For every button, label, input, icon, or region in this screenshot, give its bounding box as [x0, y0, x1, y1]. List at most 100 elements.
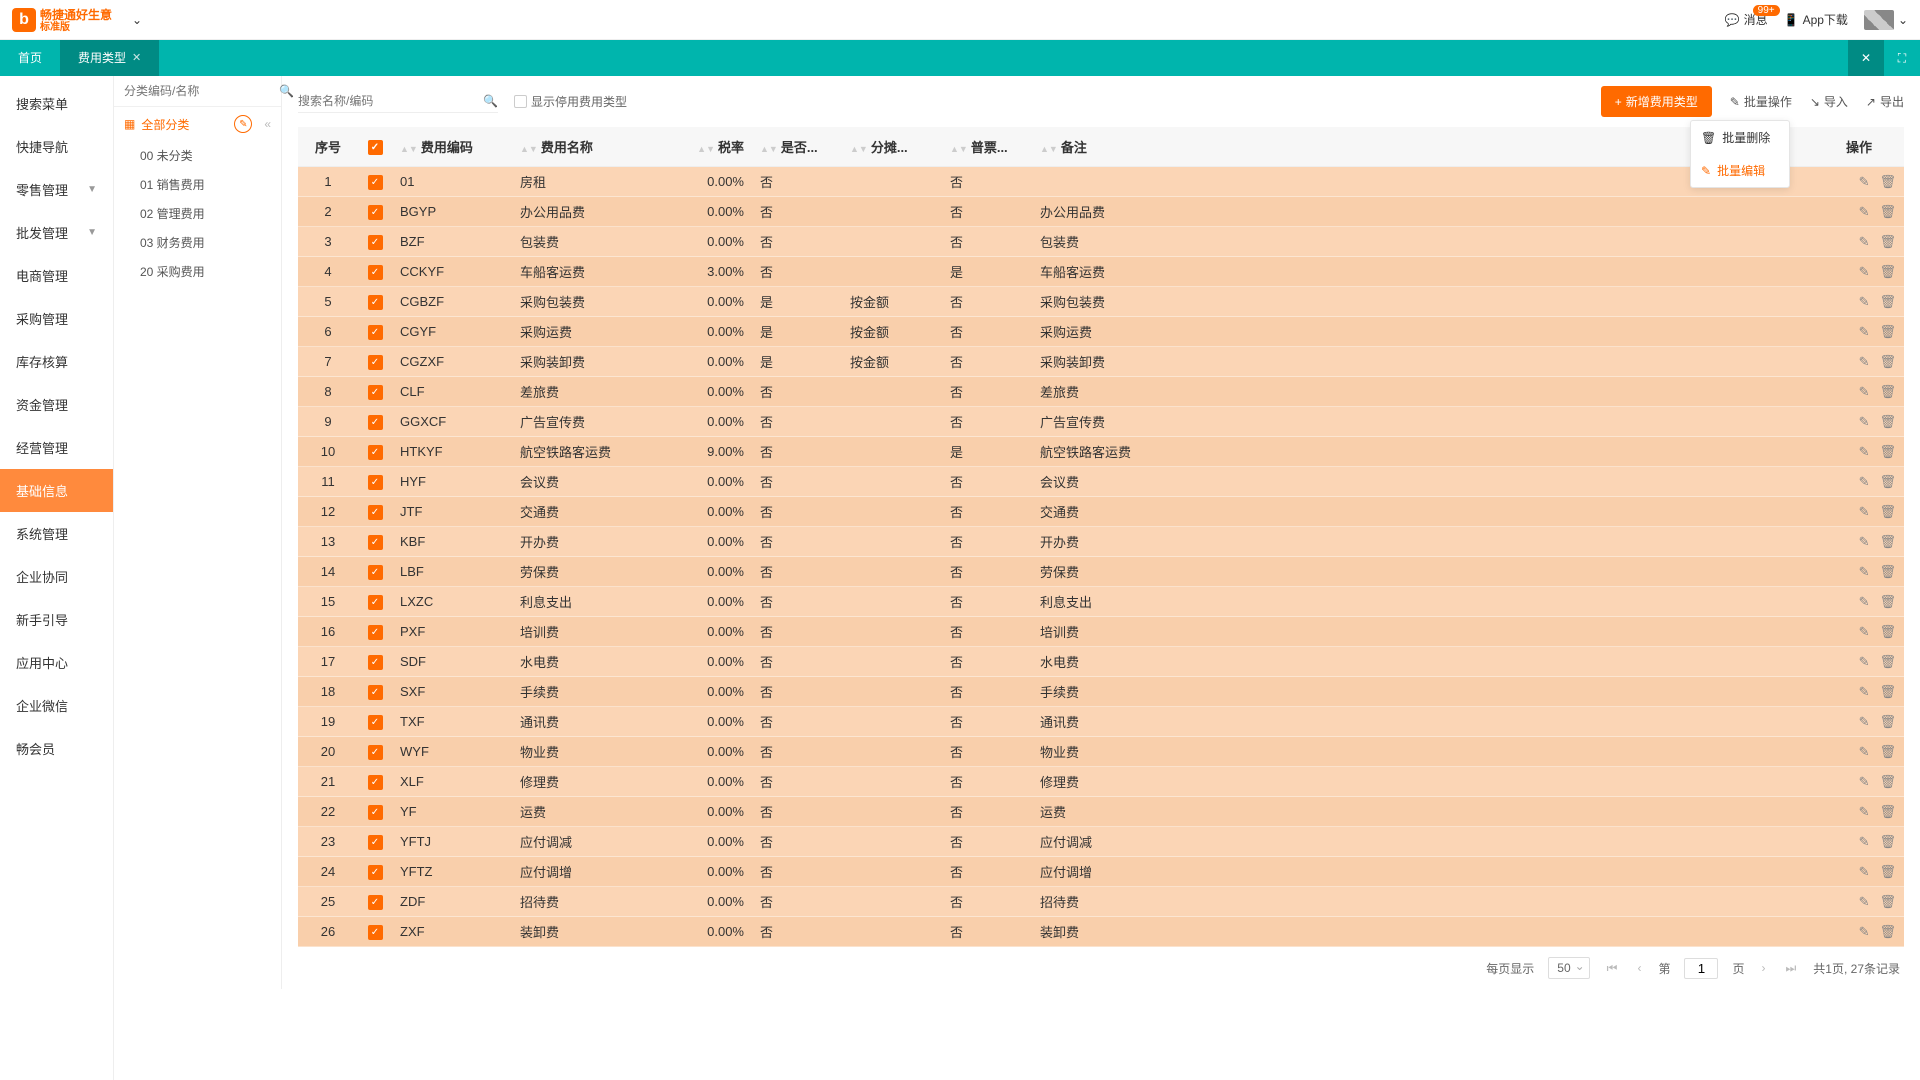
edit-icon[interactable]: ✎ — [1859, 654, 1870, 670]
user-menu[interactable]: ⌄ — [1864, 10, 1908, 30]
col-code[interactable]: ▲▼费用编码 — [392, 127, 512, 167]
trash-icon[interactable]: 🗑 — [1879, 324, 1896, 340]
col-rate[interactable]: ▲▼税率 — [672, 127, 752, 167]
edit-icon[interactable]: ✎ — [1859, 894, 1870, 910]
edit-icon[interactable]: ✎ — [1859, 624, 1870, 640]
tab-close-all-button[interactable]: ✕ — [1848, 40, 1884, 76]
trash-icon[interactable]: 🗑 — [1879, 834, 1896, 850]
trash-icon[interactable]: 🗑 — [1879, 204, 1896, 220]
cell-select[interactable]: ✓ — [358, 647, 392, 677]
table-row[interactable]: 6 ✓ CGYF 采购运费 0.00% 是 按金额 否 采购运费 ✎🗑 — [298, 317, 1904, 347]
cell-select[interactable]: ✓ — [358, 347, 392, 377]
edit-icon[interactable]: ✎ — [1859, 924, 1870, 940]
collapse-icon[interactable]: « — [264, 117, 271, 131]
table-row[interactable]: 9 ✓ GGXCF 广告宣传费 0.00% 否 否 广告宣传费 ✎🗑 — [298, 407, 1904, 437]
sidebar-item[interactable]: 基础信息 — [0, 469, 113, 512]
trash-icon[interactable]: 🗑 — [1879, 534, 1896, 550]
cell-select[interactable]: ✓ — [358, 377, 392, 407]
table-row[interactable]: 1 ✓ 01 房租 0.00% 否 否 ✎🗑 — [298, 167, 1904, 197]
table-row[interactable]: 5 ✓ CGBZF 采购包装费 0.00% 是 按金额 否 采购包装费 ✎🗑 — [298, 287, 1904, 317]
col-ticket[interactable]: ▲▼普票... — [942, 127, 1032, 167]
trash-icon[interactable]: 🗑 — [1879, 684, 1896, 700]
trash-icon[interactable]: 🗑 — [1879, 774, 1896, 790]
sidebar-item[interactable]: 采购管理 — [0, 297, 113, 340]
batch-ops-button[interactable]: ✎ 批量操作 — [1730, 93, 1792, 110]
edit-icon[interactable]: ✎ — [1859, 204, 1870, 220]
search-input[interactable] — [298, 90, 483, 112]
cell-select[interactable]: ✓ — [358, 527, 392, 557]
last-page-button[interactable]: ⏭ — [1782, 961, 1799, 976]
edit-icon[interactable]: ✎ — [1859, 294, 1870, 310]
prev-page-button[interactable]: ‹ — [1634, 961, 1644, 975]
edit-icon[interactable]: ✎ — [1859, 834, 1870, 850]
trash-icon[interactable]: 🗑 — [1879, 444, 1896, 460]
sidebar-item[interactable]: 畅会员 — [0, 727, 113, 770]
trash-icon[interactable]: 🗑 — [1879, 654, 1896, 670]
table-row[interactable]: 26 ✓ ZXF 装卸费 0.00% 否 否 装卸费 ✎🗑 — [298, 917, 1904, 947]
cell-select[interactable]: ✓ — [358, 677, 392, 707]
trash-icon[interactable]: 🗑 — [1879, 384, 1896, 400]
edit-icon[interactable]: ✎ — [1859, 684, 1870, 700]
cell-select[interactable]: ✓ — [358, 317, 392, 347]
trash-icon[interactable]: 🗑 — [1879, 504, 1896, 520]
edit-icon[interactable]: ✎ — [1859, 264, 1870, 280]
trash-icon[interactable]: 🗑 — [1879, 744, 1896, 760]
cell-select[interactable]: ✓ — [358, 557, 392, 587]
cell-select[interactable]: ✓ — [358, 707, 392, 737]
trash-icon[interactable]: 🗑 — [1879, 594, 1896, 610]
col-name[interactable]: ▲▼费用名称 — [512, 127, 672, 167]
edit-icon[interactable]: ✎ — [1859, 504, 1870, 520]
cell-select[interactable]: ✓ — [358, 617, 392, 647]
messages-button[interactable]: 💬 消息 99+ — [1725, 11, 1768, 28]
first-page-button[interactable]: ⏮ — [1604, 961, 1621, 976]
edit-icon[interactable]: ✎ — [1859, 474, 1870, 490]
company-selector[interactable]: ⌄ — [124, 9, 150, 31]
category-item[interactable]: 20 采购费用 — [140, 257, 281, 286]
edit-icon[interactable]: ✎ — [1859, 414, 1870, 430]
sidebar-item[interactable]: 批发管理▼ — [0, 211, 113, 254]
per-page-select[interactable]: 50 — [1548, 957, 1589, 979]
trash-icon[interactable]: 🗑 — [1879, 474, 1896, 490]
trash-icon[interactable]: 🗑 — [1879, 564, 1896, 580]
cell-select[interactable]: ✓ — [358, 767, 392, 797]
show-disabled-checkbox[interactable]: 显示停用费用类型 — [514, 93, 627, 110]
cell-select[interactable]: ✓ — [358, 737, 392, 767]
table-row[interactable]: 2 ✓ BGYP 办公用品费 0.00% 否 否 办公用品费 ✎🗑 — [298, 197, 1904, 227]
table-row[interactable]: 23 ✓ YFTJ 应付调减 0.00% 否 否 应付调减 ✎🗑 — [298, 827, 1904, 857]
cell-select[interactable]: ✓ — [358, 857, 392, 887]
trash-icon[interactable]: 🗑 — [1879, 174, 1896, 190]
sidebar-item[interactable]: 搜索菜单 — [0, 82, 113, 125]
cell-select[interactable]: ✓ — [358, 257, 392, 287]
search-icon[interactable]: 🔍 — [483, 94, 498, 108]
sidebar-item[interactable]: 经营管理 — [0, 426, 113, 469]
trash-icon[interactable]: 🗑 — [1879, 894, 1896, 910]
close-icon[interactable]: ✕ — [132, 40, 141, 76]
table-row[interactable]: 3 ✓ BZF 包装费 0.00% 否 否 包装费 ✎🗑 — [298, 227, 1904, 257]
edit-icon[interactable]: ✎ — [1859, 564, 1870, 580]
edit-icon[interactable]: ✎ — [1859, 594, 1870, 610]
cell-select[interactable]: ✓ — [358, 827, 392, 857]
trash-icon[interactable]: 🗑 — [1879, 624, 1896, 640]
cell-select[interactable]: ✓ — [358, 467, 392, 497]
cell-select[interactable]: ✓ — [358, 227, 392, 257]
trash-icon[interactable]: 🗑 — [1879, 354, 1896, 370]
category-item[interactable]: 00 未分类 — [140, 141, 281, 170]
trash-icon[interactable]: 🗑 — [1879, 414, 1896, 430]
cell-select[interactable]: ✓ — [358, 437, 392, 467]
table-row[interactable]: 4 ✓ CCKYF 车船客运费 3.00% 否 是 车船客运费 ✎🗑 — [298, 257, 1904, 287]
sidebar-item[interactable]: 资金管理 — [0, 383, 113, 426]
col-is[interactable]: ▲▼是否... — [752, 127, 842, 167]
cell-select[interactable]: ✓ — [358, 407, 392, 437]
cell-select[interactable]: ✓ — [358, 797, 392, 827]
table-row[interactable]: 15 ✓ LXZC 利息支出 0.00% 否 否 利息支出 ✎🗑 — [298, 587, 1904, 617]
edit-icon[interactable]: ✎ — [1859, 804, 1870, 820]
col-seq[interactable]: 序号 — [298, 127, 358, 167]
trash-icon[interactable]: 🗑 — [1879, 714, 1896, 730]
table-row[interactable]: 12 ✓ JTF 交通费 0.00% 否 否 交通费 ✎🗑 — [298, 497, 1904, 527]
sidebar-item[interactable]: 电商管理 — [0, 254, 113, 297]
table-row[interactable]: 11 ✓ HYF 会议费 0.00% 否 否 会议费 ✎🗑 — [298, 467, 1904, 497]
export-button[interactable]: ↗ 导出 — [1866, 93, 1904, 110]
col-share[interactable]: ▲▼分摊... — [842, 127, 942, 167]
trash-icon[interactable]: 🗑 — [1879, 804, 1896, 820]
trash-icon[interactable]: 🗑 — [1879, 294, 1896, 310]
